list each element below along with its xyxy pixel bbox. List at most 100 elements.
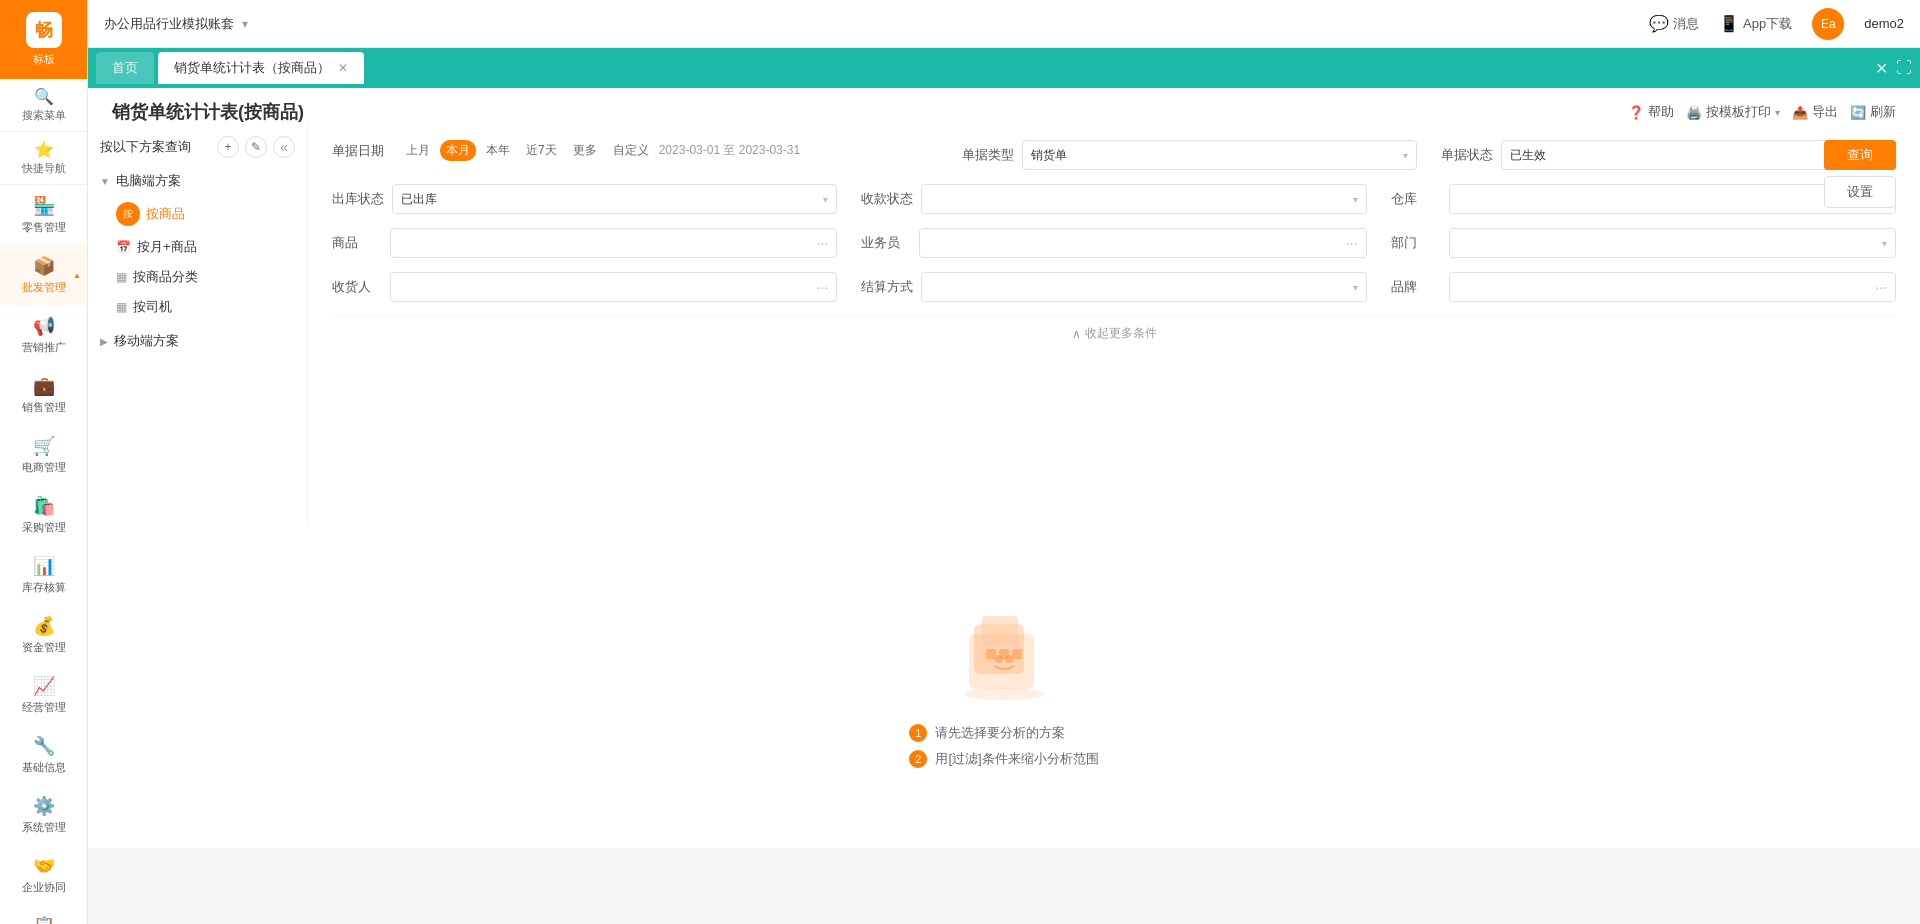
scheme-by-month-product-label: 按月+商品: [137, 238, 197, 256]
scheme-collapse-button[interactable]: «: [273, 136, 295, 158]
sidebar-item-sales[interactable]: 💼 销售管理: [0, 365, 87, 425]
user-name[interactable]: demo2: [1864, 16, 1904, 31]
ecommerce-icon: 🛒: [33, 435, 55, 457]
export-label: 导出: [1812, 103, 1838, 121]
settings-button[interactable]: 设置: [1824, 176, 1896, 208]
date-this-month-btn[interactable]: 本月: [440, 140, 476, 161]
scheme-item-by-month-product[interactable]: 📅 按月+商品: [88, 232, 307, 262]
message-icon: 💬: [1649, 14, 1669, 33]
sidebar-item-wholesale[interactable]: 📦 批发管理: [0, 245, 87, 305]
user-avatar[interactable]: Ea: [1812, 8, 1844, 40]
filter-row-2: 出库状态 已出库 ▾ 收款状态 ▾ 仓库: [332, 184, 1896, 214]
brand-input[interactable]: ···: [1449, 272, 1896, 302]
filter-out-status-field: 出库状态 已出库 ▾: [332, 184, 837, 214]
app-download-label: App下载: [1743, 15, 1792, 33]
doc-type-value: 销货单: [1031, 147, 1067, 164]
topbar-dropdown-icon[interactable]: ▾: [242, 17, 248, 31]
scheme-section-desktop-header[interactable]: ▼ 电脑端方案: [88, 166, 307, 196]
filter-row-1: 单据日期 上月 本月 本年 近7天 更多 自定义 2023-03-01 至 20…: [332, 140, 1896, 170]
sidebar-item-retail[interactable]: 🏪 零售管理: [0, 185, 87, 245]
query-button[interactable]: 查询: [1824, 140, 1896, 170]
tab-close-icon[interactable]: ✕: [338, 61, 348, 75]
purchase-icon: 🛍️: [33, 495, 55, 517]
date-label: 单据日期: [332, 142, 384, 160]
search-icon: 🔍: [34, 87, 54, 106]
sidebar-item-purchase[interactable]: 🛍️ 采购管理: [0, 485, 87, 545]
scheme-edit-button[interactable]: ✎: [245, 136, 267, 158]
refresh-label: 刷新: [1870, 103, 1896, 121]
filter-row-4: 收货人 ··· 结算方式 ▾ 品牌: [332, 272, 1896, 302]
sidebar-item-guide[interactable]: 📋 新手引导: [0, 905, 87, 924]
date-last-month-btn[interactable]: 上月: [400, 140, 436, 161]
department-input[interactable]: ▾: [1449, 228, 1896, 258]
product-input[interactable]: ···: [390, 228, 837, 258]
date-quick-options: 上月 本月 本年 近7天 更多 自定义: [400, 140, 655, 161]
department-label: 部门: [1391, 234, 1441, 252]
date-this-year-btn[interactable]: 本年: [480, 140, 516, 161]
sidebar-item-inventory[interactable]: 📊 库存核算: [0, 545, 87, 605]
logo-icon: 畅: [26, 12, 62, 48]
recv-status-input[interactable]: ▾: [921, 184, 1366, 214]
sidebar-logo[interactable]: 畅 标板: [0, 0, 87, 79]
date-more-btn[interactable]: 更多: [567, 140, 603, 161]
tabbar-actions: ✕ ⛶: [1875, 59, 1912, 78]
payment-label: 结算方式: [861, 278, 913, 296]
template-print-button[interactable]: 🖨️ 按模板打印 ▾: [1686, 103, 1780, 121]
help-icon: ❓: [1628, 105, 1644, 120]
svg-rect-6: [1012, 649, 1022, 659]
scheme-item-by-driver[interactable]: ▦ 按司机: [88, 292, 307, 322]
print-dropdown-icon: ▾: [1775, 107, 1780, 118]
payment-input[interactable]: ▾: [921, 272, 1366, 302]
wholesale-label: 批发管理: [22, 280, 66, 295]
guide-icon: 📋: [33, 915, 55, 924]
sidebar-item-operations[interactable]: 📈 经营管理: [0, 665, 87, 725]
sidebar-item-corp[interactable]: 🤝 企业协同: [0, 845, 87, 905]
scheme-add-button[interactable]: +: [217, 136, 239, 158]
product-label: 商品: [332, 234, 382, 252]
logo-subtitle: 标板: [33, 52, 55, 67]
scheme-item-by-category[interactable]: ▦ 按商品分类: [88, 262, 307, 292]
marketing-label: 营销推广: [22, 340, 66, 355]
sidebar-item-basic[interactable]: 🔧 基础信息: [0, 725, 87, 785]
refresh-button[interactable]: 🔄 刷新: [1850, 103, 1896, 121]
date-last-7days-btn[interactable]: 近7天: [520, 140, 563, 161]
calendar-icon: 📅: [116, 240, 131, 254]
out-status-input[interactable]: 已出库 ▾: [392, 184, 837, 214]
message-button[interactable]: 💬 消息: [1649, 14, 1699, 33]
page-header: 销货单统计计表(按商品) ❓ 帮助 🖨️ 按模板打印 ▾ 📤 导出 🔄 刷: [88, 88, 1920, 124]
sidebar-item-ecommerce[interactable]: 🛒 电商管理: [0, 425, 87, 485]
scheme-by-driver-label: 按司机: [133, 298, 172, 316]
tab-maximize-icon[interactable]: ⛶: [1896, 59, 1912, 77]
salesperson-input[interactable]: ···: [919, 228, 1366, 258]
scheme-section-mobile-header[interactable]: ▶ 移动端方案: [88, 326, 307, 356]
basic-icon: 🔧: [33, 735, 55, 757]
help-button[interactable]: ❓ 帮助: [1628, 103, 1674, 121]
sidebar-item-marketing[interactable]: 📢 营销推广: [0, 305, 87, 365]
app-download-button[interactable]: 📱 App下载: [1719, 14, 1792, 33]
collapse-button[interactable]: ∧ 收起更多条件: [1072, 325, 1157, 342]
date-custom-btn[interactable]: 自定义: [607, 140, 655, 161]
export-button[interactable]: 📤 导出: [1792, 103, 1838, 121]
empty-tips: 1 请先选择要分析的方案 2 用[过滤]条件来缩小分析范围: [909, 724, 1098, 768]
inventory-icon: 📊: [33, 555, 55, 577]
recipient-more-icon: ···: [817, 279, 829, 295]
main-area: 办公用品行业模拟账套 ▾ 💬 消息 📱 App下载 Ea demo2 首页 销货…: [88, 0, 1920, 924]
scheme-item-by-product[interactable]: 按 按商品: [88, 196, 307, 232]
tab-home[interactable]: 首页: [96, 52, 154, 84]
sidebar-search[interactable]: 🔍 搜索菜单: [0, 79, 87, 132]
tip-text-2: 用[过滤]条件来缩小分析范围: [935, 750, 1098, 768]
sidebar-item-system[interactable]: ⚙️ 系统管理: [0, 785, 87, 845]
tab-close-window-icon[interactable]: ✕: [1875, 59, 1888, 78]
scheme-section-desktop: ▼ 电脑端方案 按 按商品 📅 按月+商品 ▦ 按商品分类: [88, 166, 307, 322]
sidebar: 畅 标板 🔍 搜索菜单 ⭐ 快捷导航 🏪 零售管理 📦 批发管理 📢 营销推广 …: [0, 0, 88, 924]
sidebar-item-finance[interactable]: 💰 资金管理: [0, 605, 87, 665]
tab-sales-stats[interactable]: 销货单统计计表（按商品） ✕: [158, 52, 364, 84]
section-mobile-label: 移动端方案: [114, 332, 179, 350]
filter-department-field: 部门 ▾: [1391, 228, 1896, 258]
out-status-label: 出库状态: [332, 190, 384, 208]
action-buttons: 查询 设置: [1824, 140, 1896, 208]
sidebar-quick-nav[interactable]: ⭐ 快捷导航: [0, 132, 87, 185]
operations-label: 经营管理: [22, 700, 66, 715]
doc-type-input[interactable]: 销货单 ▾: [1022, 140, 1417, 170]
recipient-input[interactable]: ···: [390, 272, 837, 302]
